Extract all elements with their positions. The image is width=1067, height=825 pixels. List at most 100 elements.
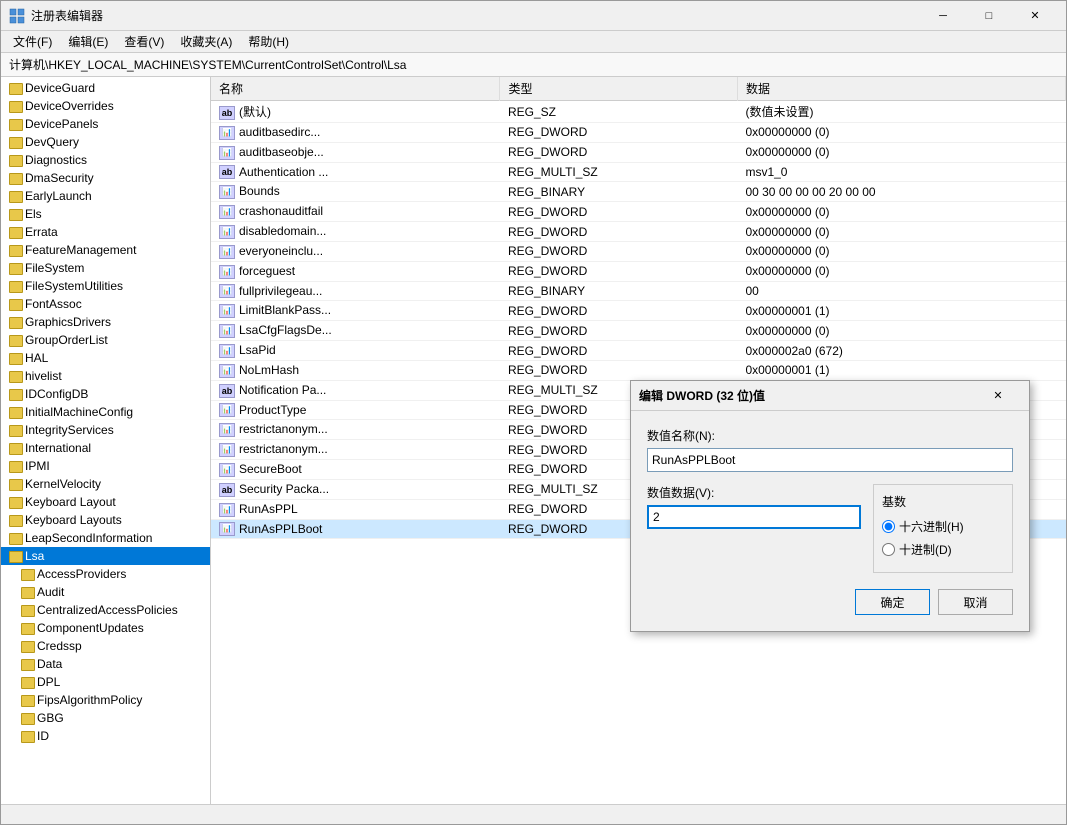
sidebar-item-id[interactable]: ID — [1, 727, 210, 745]
sidebar-item-ipmi[interactable]: IPMI — [1, 457, 210, 475]
base-section: 基数 十六进制(H) 十进制(D) — [873, 484, 1013, 573]
sidebar-item-data[interactable]: Data — [1, 655, 210, 673]
sidebar-item-kernelvelocity[interactable]: KernelVelocity — [1, 475, 210, 493]
folder-icon — [21, 713, 35, 725]
dialog-buttons: 确定 取消 — [647, 589, 1013, 615]
table-row[interactable]: abAuthentication ... REG_MULTI_SZ msv1_0 — [211, 162, 1066, 182]
table-row[interactable]: 📊forceguest REG_DWORD 0x00000000 (0) — [211, 261, 1066, 281]
table-row[interactable]: 📊fullprivilegeau... REG_BINARY 00 — [211, 281, 1066, 301]
sidebar-item-componentupdates[interactable]: ComponentUpdates — [1, 619, 210, 637]
sidebar-item-idconfigdb[interactable]: IDConfigDB — [1, 385, 210, 403]
folder-icon — [21, 587, 35, 599]
menu-edit[interactable]: 编辑(E) — [60, 31, 116, 52]
sidebar-item-dpl[interactable]: DPL — [1, 673, 210, 691]
sidebar-item-keyboardlayouts[interactable]: Keyboard Layouts — [1, 511, 210, 529]
cell-name: 📊crashonauditfail — [211, 202, 500, 222]
sidebar-item-credssp[interactable]: Credssp — [1, 637, 210, 655]
cell-data: 0x00000001 (1) — [737, 360, 1065, 380]
sidebar-item-keyboardlayout[interactable]: Keyboard Layout — [1, 493, 210, 511]
dec-radio[interactable] — [882, 543, 895, 556]
sidebar-item-integrityservices[interactable]: IntegrityServices — [1, 421, 210, 439]
table-row[interactable]: 📊auditbasedirc... REG_DWORD 0x00000000 (… — [211, 123, 1066, 143]
close-button[interactable]: ✕ — [1012, 1, 1058, 31]
cell-name: 📊auditbaseobje... — [211, 142, 500, 162]
hex-radio[interactable] — [882, 520, 895, 533]
sidebar-item-filesystemutilities[interactable]: FileSystemUtilities — [1, 277, 210, 295]
sidebar-item-errata[interactable]: Errata — [1, 223, 210, 241]
dword-icon: 📊 — [219, 403, 235, 417]
sidebar-item-filesystem[interactable]: FileSystem — [1, 259, 210, 277]
table-row[interactable]: 📊NoLmHash REG_DWORD 0x00000001 (1) — [211, 360, 1066, 380]
sidebar-item-dmasecurity[interactable]: DmaSecurity — [1, 169, 210, 187]
cell-type: REG_DWORD — [500, 142, 738, 162]
folder-icon — [9, 515, 23, 527]
cell-name: 📊everyoneinclu... — [211, 241, 500, 261]
sidebar-item-deviceoverrides[interactable]: DeviceOverrides — [1, 97, 210, 115]
edit-dword-dialog: 编辑 DWORD (32 位)值 ✕ 数值名称(N): 数值数据(V): 基数 … — [630, 380, 1030, 632]
sidebar-item-fontassoc[interactable]: FontAssoc — [1, 295, 210, 313]
table-row[interactable]: 📊disabledomain... REG_DWORD 0x00000000 (… — [211, 222, 1066, 242]
menu-view[interactable]: 查看(V) — [116, 31, 172, 52]
sidebar-item-centralizedaccesspolicies[interactable]: CentralizedAccessPolicies — [1, 601, 210, 619]
sidebar-item-hivelist[interactable]: hivelist — [1, 367, 210, 385]
cell-type: REG_DWORD — [500, 301, 738, 321]
cell-data: 00 30 00 00 00 20 00 00 — [737, 182, 1065, 202]
hex-radio-label[interactable]: 十六进制(H) — [882, 518, 1004, 535]
value-section: 数值数据(V): — [647, 484, 861, 573]
table-row[interactable]: 📊LimitBlankPass... REG_DWORD 0x00000001 … — [211, 301, 1066, 321]
table-row[interactable]: 📊everyoneinclu... REG_DWORD 0x00000000 (… — [211, 241, 1066, 261]
cell-name: 📊RunAsPPLBoot — [211, 519, 500, 539]
sidebar-item-featuremanagement[interactable]: FeatureManagement — [1, 241, 210, 259]
folder-icon — [9, 155, 23, 167]
folder-icon — [9, 101, 23, 113]
cell-data: 0x00000000 (0) — [737, 202, 1065, 222]
dec-radio-label[interactable]: 十进制(D) — [882, 541, 1004, 558]
sidebar-item-deviceguard[interactable]: DeviceGuard — [1, 79, 210, 97]
ab-icon: ab — [219, 106, 235, 120]
cell-data: 0x00000001 (1) — [737, 301, 1065, 321]
sidebar-item-graphicsdrivers[interactable]: GraphicsDrivers — [1, 313, 210, 331]
sidebar-item-gbg[interactable]: GBG — [1, 709, 210, 727]
sidebar-item-international[interactable]: International — [1, 439, 210, 457]
minimize-button[interactable]: ─ — [920, 1, 966, 31]
ok-button[interactable]: 确定 — [855, 589, 930, 615]
sidebar-item-earlylaunch[interactable]: EarlyLaunch — [1, 187, 210, 205]
sidebar-item-audit[interactable]: Audit — [1, 583, 210, 601]
col-data[interactable]: 数据 — [737, 77, 1065, 101]
ab-icon: ab — [219, 165, 235, 179]
cancel-button[interactable]: 取消 — [938, 589, 1013, 615]
dialog-close-button[interactable]: ✕ — [975, 381, 1021, 411]
name-input[interactable] — [647, 448, 1013, 472]
table-row[interactable]: 📊LsaPid REG_DWORD 0x000002a0 (672) — [211, 341, 1066, 361]
maximize-button[interactable]: □ — [966, 1, 1012, 31]
table-row[interactable]: ab(默认) REG_SZ (数值未设置) — [211, 101, 1066, 123]
menu-help[interactable]: 帮助(H) — [240, 31, 297, 52]
sidebar-item-devquery[interactable]: DevQuery — [1, 133, 210, 151]
table-row[interactable]: 📊Bounds REG_BINARY 00 30 00 00 00 20 00 … — [211, 182, 1066, 202]
sidebar-item-accessproviders[interactable]: AccessProviders — [1, 565, 210, 583]
table-row[interactable]: 📊LsaCfgFlagsDe... REG_DWORD 0x00000000 (… — [211, 321, 1066, 341]
sidebar-item-fipsalgorithmpolicy[interactable]: FipsAlgorithmPolicy — [1, 691, 210, 709]
menu-file[interactable]: 文件(F) — [5, 31, 60, 52]
sidebar-item-els[interactable]: Els — [1, 205, 210, 223]
sidebar-item-devicepanels[interactable]: DevicePanels — [1, 115, 210, 133]
table-row[interactable]: 📊auditbaseobje... REG_DWORD 0x00000000 (… — [211, 142, 1066, 162]
folder-icon — [9, 137, 23, 149]
cell-name: 📊RunAsPPL — [211, 499, 500, 519]
name-label: 数值名称(N): — [647, 427, 1013, 444]
cell-name: 📊restrictanonym... — [211, 420, 500, 440]
value-input[interactable] — [647, 505, 861, 529]
app-icon — [9, 8, 25, 24]
sidebar-item-grouporderlist[interactable]: GroupOrderList — [1, 331, 210, 349]
sidebar-item-initialmachineconfig[interactable]: InitialMachineConfig — [1, 403, 210, 421]
menu-favorites[interactable]: 收藏夹(A) — [172, 31, 240, 52]
sidebar-item-diagnostics[interactable]: Diagnostics — [1, 151, 210, 169]
dword-icon: 📊 — [219, 463, 235, 477]
table-row[interactable]: 📊crashonauditfail REG_DWORD 0x00000000 (… — [211, 202, 1066, 222]
col-name[interactable]: 名称 — [211, 77, 500, 101]
sidebar-item-hal[interactable]: HAL — [1, 349, 210, 367]
col-type[interactable]: 类型 — [500, 77, 738, 101]
sidebar-item-leapsecondinformation[interactable]: LeapSecondInformation — [1, 529, 210, 547]
sidebar-item-lsa[interactable]: Lsa — [1, 547, 210, 565]
cell-type: REG_DWORD — [500, 360, 738, 380]
